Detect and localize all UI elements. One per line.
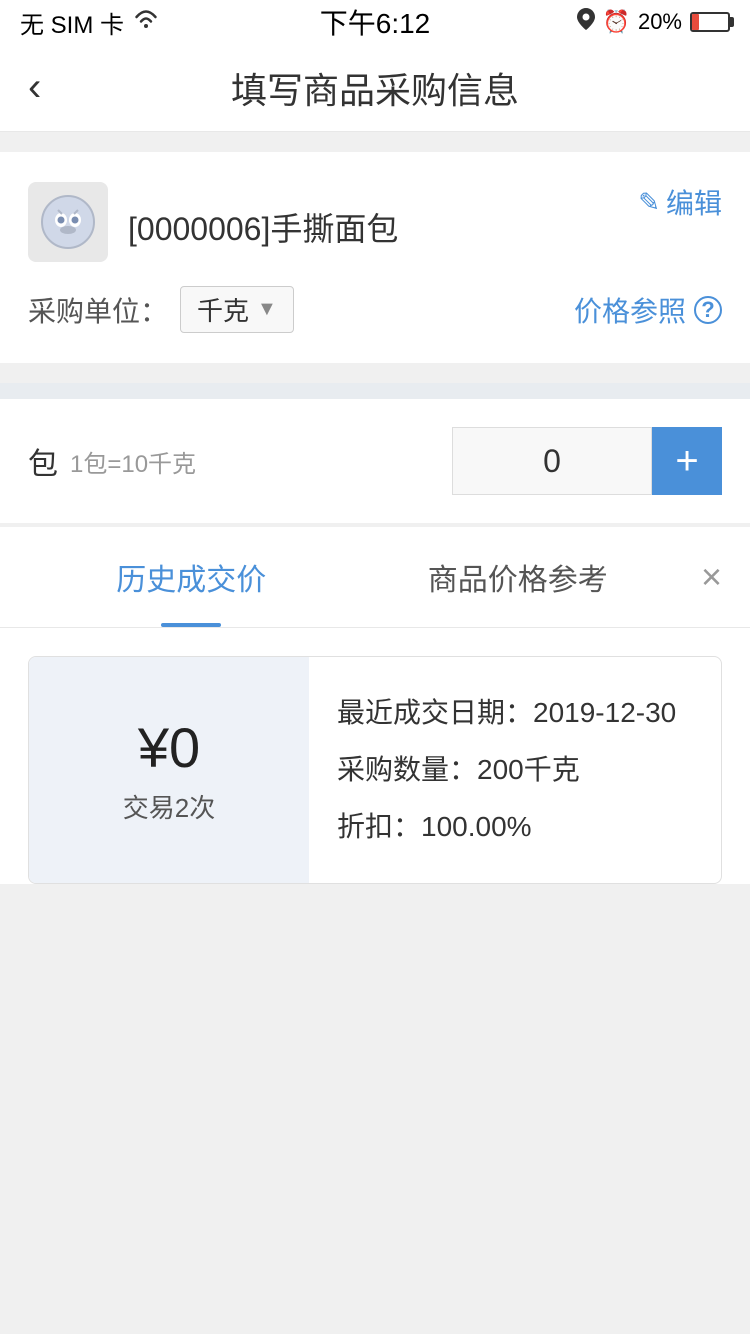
quantity-unit-badge: 包 [28,439,58,483]
price-amount: 0 [169,716,200,779]
product-section: [0000006]手撕面包 ✎ 编辑 采购单位： 千克 ▼ 价格参照 ? [0,152,750,363]
price-trade-count: 交易2次 [123,788,215,825]
unit-value: 千克 [197,291,249,328]
help-text: ? [701,297,714,323]
battery-percent: 20% [638,9,682,35]
section-divider [0,383,750,399]
price-card-left: ¥0 交易2次 [29,657,309,883]
wifi-icon [132,8,160,37]
page-title: 填写商品采购信息 [231,62,519,114]
unit-select-dropdown[interactable]: 千克 ▼ [180,286,294,333]
price-currency: ¥ [138,716,169,779]
status-right: ⏰ 20% [577,8,730,36]
price-detail-date: 最近成交日期：2019-12-30 [337,693,693,732]
quantity-plus-button[interactable]: + [652,427,722,495]
quantity-input[interactable] [452,427,652,495]
price-display: ¥0 [138,715,200,780]
status-bar: 无 SIM 卡 下午6:12 ⏰ 20% [0,0,750,44]
quantity-value: 200千克 [477,754,580,785]
tabs-header: 历史成交价 商品价格参考 × [0,527,750,628]
product-header: [0000006]手撕面包 ✎ 编辑 [28,182,722,262]
tab-product-price-ref[interactable]: 商品价格参考 [354,527,680,627]
back-button[interactable]: ‹ [28,65,41,110]
date-label: 最近成交日期： [337,697,533,728]
price-detail-quantity: 采购数量：200千克 [337,750,693,789]
discount-value: 100.00% [421,811,532,842]
price-detail-discount: 折扣：100.00% [337,807,693,846]
unit-label: 采购单位： [28,290,168,330]
status-left: 无 SIM 卡 [20,5,160,40]
tab-close-button[interactable]: × [681,528,722,626]
discount-label: 折扣： [337,811,421,842]
quantity-row: 包 1包=10千克 + [0,399,750,523]
edit-label: 编辑 [666,182,722,222]
tab-product-price-ref-label: 商品价格参考 [428,564,608,597]
tabs-section: 历史成交价 商品价格参考 × ¥0 交易2次 最近成交日期：2019-12-30 [0,527,750,884]
nav-bar: ‹ 填写商品采购信息 [0,44,750,132]
price-card: ¥0 交易2次 最近成交日期：2019-12-30 采购数量：200千克 折扣：… [28,656,722,884]
quantity-unit-hint: 1包=10千克 [70,444,196,479]
tab-history-price[interactable]: 历史成交价 [28,527,354,627]
product-left: [0000006]手撕面包 [28,182,398,262]
battery-icon [690,12,730,32]
main-content: 无 SIM 卡 下午6:12 ⏰ 20% [0,0,750,1290]
quantity-label: 采购数量： [337,754,477,785]
carrier-text: 无 SIM 卡 [20,5,124,40]
quantity-input-group: + [452,427,722,495]
product-unit-row: 采购单位： 千克 ▼ 价格参照 ? [28,286,722,333]
date-value: 2019-12-30 [533,697,676,728]
quantity-unit-info: 包 1包=10千克 [28,439,196,483]
price-ref-button[interactable]: 价格参照 ? [574,290,722,330]
product-thumbnail [28,182,108,262]
status-time: 下午6:12 [320,2,431,42]
tab-history-price-label: 历史成交价 [116,564,266,597]
product-name: [0000006]手撕面包 [128,194,398,250]
dropdown-icon: ▼ [257,298,277,321]
edit-icon: ✎ [638,187,660,218]
price-card-right: 最近成交日期：2019-12-30 采购数量：200千克 折扣：100.00% [309,657,721,883]
tab-active-line [161,623,221,627]
edit-button[interactable]: ✎ 编辑 [638,182,722,222]
price-ref-label: 价格参照 [574,290,686,330]
unit-left: 采购单位： 千克 ▼ [28,286,294,333]
price-ref-help-icon: ? [694,296,722,324]
location-icon [577,8,595,36]
alarm-icon: ⏰ [603,9,630,35]
